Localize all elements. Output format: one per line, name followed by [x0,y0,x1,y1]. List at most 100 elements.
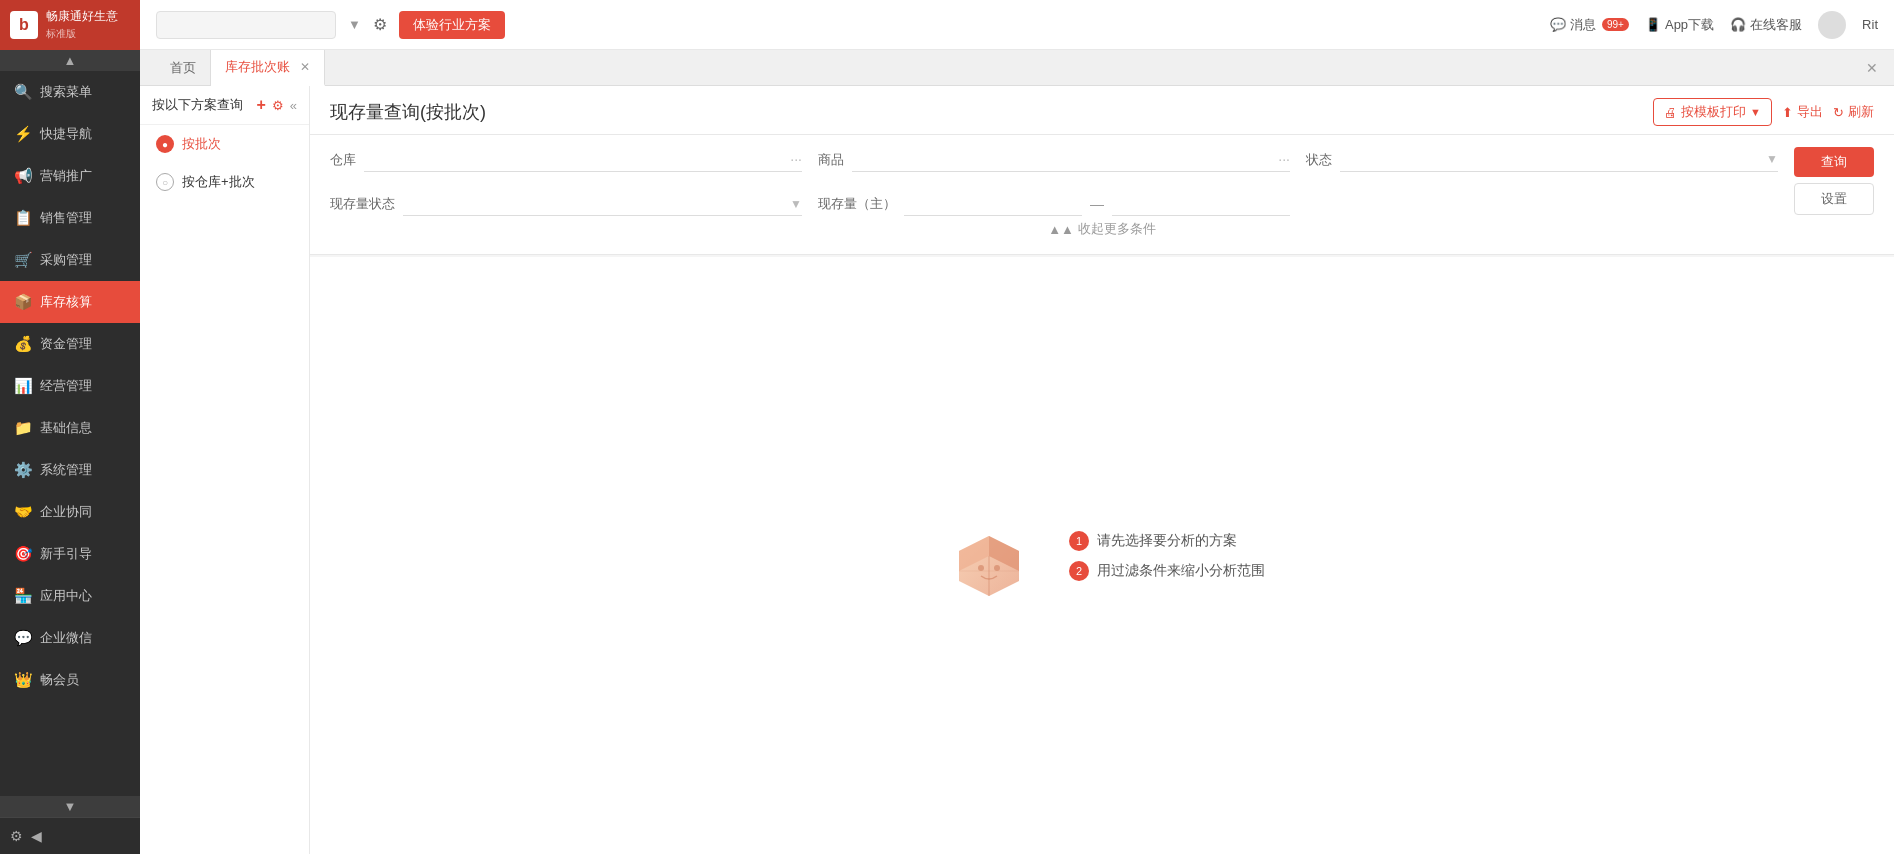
tab-home[interactable]: 首页 [156,50,211,86]
sidebar-item-basics[interactable]: 📁 基础信息 [0,407,140,449]
stock-status-chevron-icon: ▼ [790,197,802,211]
warehouse-label: 仓库 [330,151,356,169]
left-panel-title: 按以下方案查询 [152,96,243,114]
right-panel: 现存量查询(按批次) 🖨 按模板打印 ▼ ⬆ 导出 ↻ 刷新 [310,86,1894,854]
sidebar-item-system[interactable]: ⚙️ 系统管理 [0,449,140,491]
warehouse-dots-btn[interactable]: ··· [790,151,802,167]
messages-label: 消息 [1570,16,1596,34]
topbar-gear-icon[interactable]: ⚙ [373,15,387,34]
filter-warehouse: 仓库 ··· [330,147,802,172]
topbar-right: 💬 消息 99+ 📱 App下载 🎧 在线客服 Rit [1550,11,1878,39]
marketing-icon: 📢 [14,167,32,185]
system-icon: ⚙️ [14,461,32,479]
stock-status-select[interactable] [403,192,790,215]
finance-icon: 💰 [14,335,32,353]
status-select[interactable] [1340,148,1766,171]
stock-qty-label: 现存量（主） [818,195,896,213]
template-print-btn[interactable]: 🖨 按模板打印 ▼ [1653,98,1772,126]
sidebar-item-label-enterprise-wechat: 企业微信 [40,629,92,647]
sidebar-item-operations[interactable]: 📊 经营管理 [0,365,140,407]
filter-action-buttons: 查询 设置 [1794,147,1874,215]
sidebar-item-search-menu[interactable]: 🔍 搜索菜单 [0,71,140,113]
tab-close-icon[interactable]: ✕ [300,60,310,74]
collapse-row[interactable]: ▲▲ 收起更多条件 [330,216,1874,242]
empty-state-icon [939,506,1039,606]
product-label: 商品 [818,151,844,169]
filter-row-2: 现存量状态 ▼ 现存量（主） [330,192,1778,216]
online-service-label: 在线客服 [1750,16,1802,34]
quick-nav-icon: ⚡ [14,125,32,143]
by-batch-active-icon: ● [156,135,174,153]
headset-icon: 🎧 [1730,17,1746,32]
left-panel-add-btn[interactable]: + [256,96,265,114]
product-dots-btn[interactable]: ··· [1278,151,1290,167]
sidebar-scroll-up[interactable]: ▲ [0,50,140,71]
sidebar-item-sales[interactable]: 📋 销售管理 [0,197,140,239]
message-icon: 💬 [1550,17,1566,32]
sidebar-item-label-search-menu: 搜索菜单 [40,83,92,101]
sidebar-item-enterprise-wechat[interactable]: 💬 企业微信 [0,617,140,659]
sidebar-item-app-center[interactable]: 🏪 应用中心 [0,575,140,617]
app-download-label: App下载 [1665,16,1714,34]
refresh-btn[interactable]: ↻ 刷新 [1833,103,1874,121]
collapse-sidebar-icon[interactable]: ◀ [31,828,42,844]
sidebar-item-label-operations: 经营管理 [40,377,92,395]
left-panel: 按以下方案查询 + ⚙ « ● 按批次 ○ 按仓库+批次 [140,86,310,854]
export-btn[interactable]: ⬆ 导出 [1782,103,1823,121]
basics-icon: 📁 [14,419,32,437]
app-download-action[interactable]: 📱 App下载 [1645,16,1714,34]
left-panel-settings-btn[interactable]: ⚙ [272,98,284,113]
product-input-container: ··· [852,147,1290,172]
sidebar-item-label-sales: 销售管理 [40,209,92,227]
username-label[interactable]: Rit [1862,17,1878,32]
sidebar-item-marketing[interactable]: 📢 营销推广 [0,155,140,197]
export-label: 导出 [1797,103,1823,121]
stock-qty-max-input[interactable] [1112,192,1290,216]
inventory-icon: 📦 [14,293,32,311]
stock-status-select-wrapper: ▼ [403,192,802,216]
sidebar-item-inventory[interactable]: 📦 库存核算 [0,281,140,323]
sidebar-item-label-basics: 基础信息 [40,419,92,437]
warehouse-input[interactable] [364,152,790,167]
left-panel-item-by-warehouse-batch[interactable]: ○ 按仓库+批次 [140,163,309,201]
sidebar-header: b 畅康通好生意 标准版 [0,0,140,50]
stock-qty-min-input[interactable] [904,192,1082,216]
sidebar-item-label-enterprise-collab: 企业协同 [40,503,92,521]
settings-button[interactable]: 设置 [1794,183,1874,215]
tab-home-label: 首页 [170,59,196,77]
sidebar-item-member[interactable]: 👑 畅会员 [0,659,140,701]
empty-tip-2: 2 用过滤条件来缩小分析范围 [1069,561,1265,581]
company-name: 畅康通好生意 [46,9,118,25]
online-service-action[interactable]: 🎧 在线客服 [1730,16,1802,34]
app-logo: b [10,11,38,39]
filter-stock-status: 现存量状态 ▼ [330,192,802,216]
sidebar-item-finance[interactable]: 💰 资金管理 [0,323,140,365]
query-button[interactable]: 查询 [1794,147,1874,177]
sidebar-item-purchase[interactable]: 🛒 采购管理 [0,239,140,281]
tip-num-1: 1 [1069,531,1089,551]
product-input[interactable] [852,152,1278,167]
messages-badge: 99+ [1602,18,1629,31]
experience-btn[interactable]: 体验行业方案 [399,11,505,39]
filter-status: 状态 ▼ [1306,148,1778,172]
sidebar-item-new-user-guide[interactable]: 🎯 新手引导 [0,533,140,575]
filter-product: 商品 ··· [818,147,1290,172]
tab-inventory-batch[interactable]: 库存批次账 ✕ [211,50,325,86]
left-panel-item-by-batch[interactable]: ● 按批次 [140,125,309,163]
tip-text-2: 用过滤条件来缩小分析范围 [1097,562,1265,580]
messages-action[interactable]: 💬 消息 99+ [1550,16,1629,34]
by-warehouse-batch-icon: ○ [156,173,174,191]
sidebar-item-enterprise-collab[interactable]: 🤝 企业协同 [0,491,140,533]
user-avatar[interactable] [1818,11,1846,39]
left-panel-collapse-btn[interactable]: « [290,98,297,113]
sidebar-item-label-quick-nav: 快捷导航 [40,125,92,143]
topbar-dropdown-icon[interactable]: ▼ [348,17,361,32]
sidebar-item-quick-nav[interactable]: ⚡ 快捷导航 [0,113,140,155]
tabs-close-all-icon[interactable]: ✕ [1866,60,1878,76]
tip-text-1: 请先选择要分析的方案 [1097,532,1237,550]
page-title: 现存量查询(按批次) [330,100,486,124]
sidebar-scroll-down[interactable]: ▼ [0,796,140,817]
status-chevron-icon: ▼ [1766,152,1778,166]
purchase-icon: 🛒 [14,251,32,269]
settings-footer-icon[interactable]: ⚙ [10,828,23,844]
